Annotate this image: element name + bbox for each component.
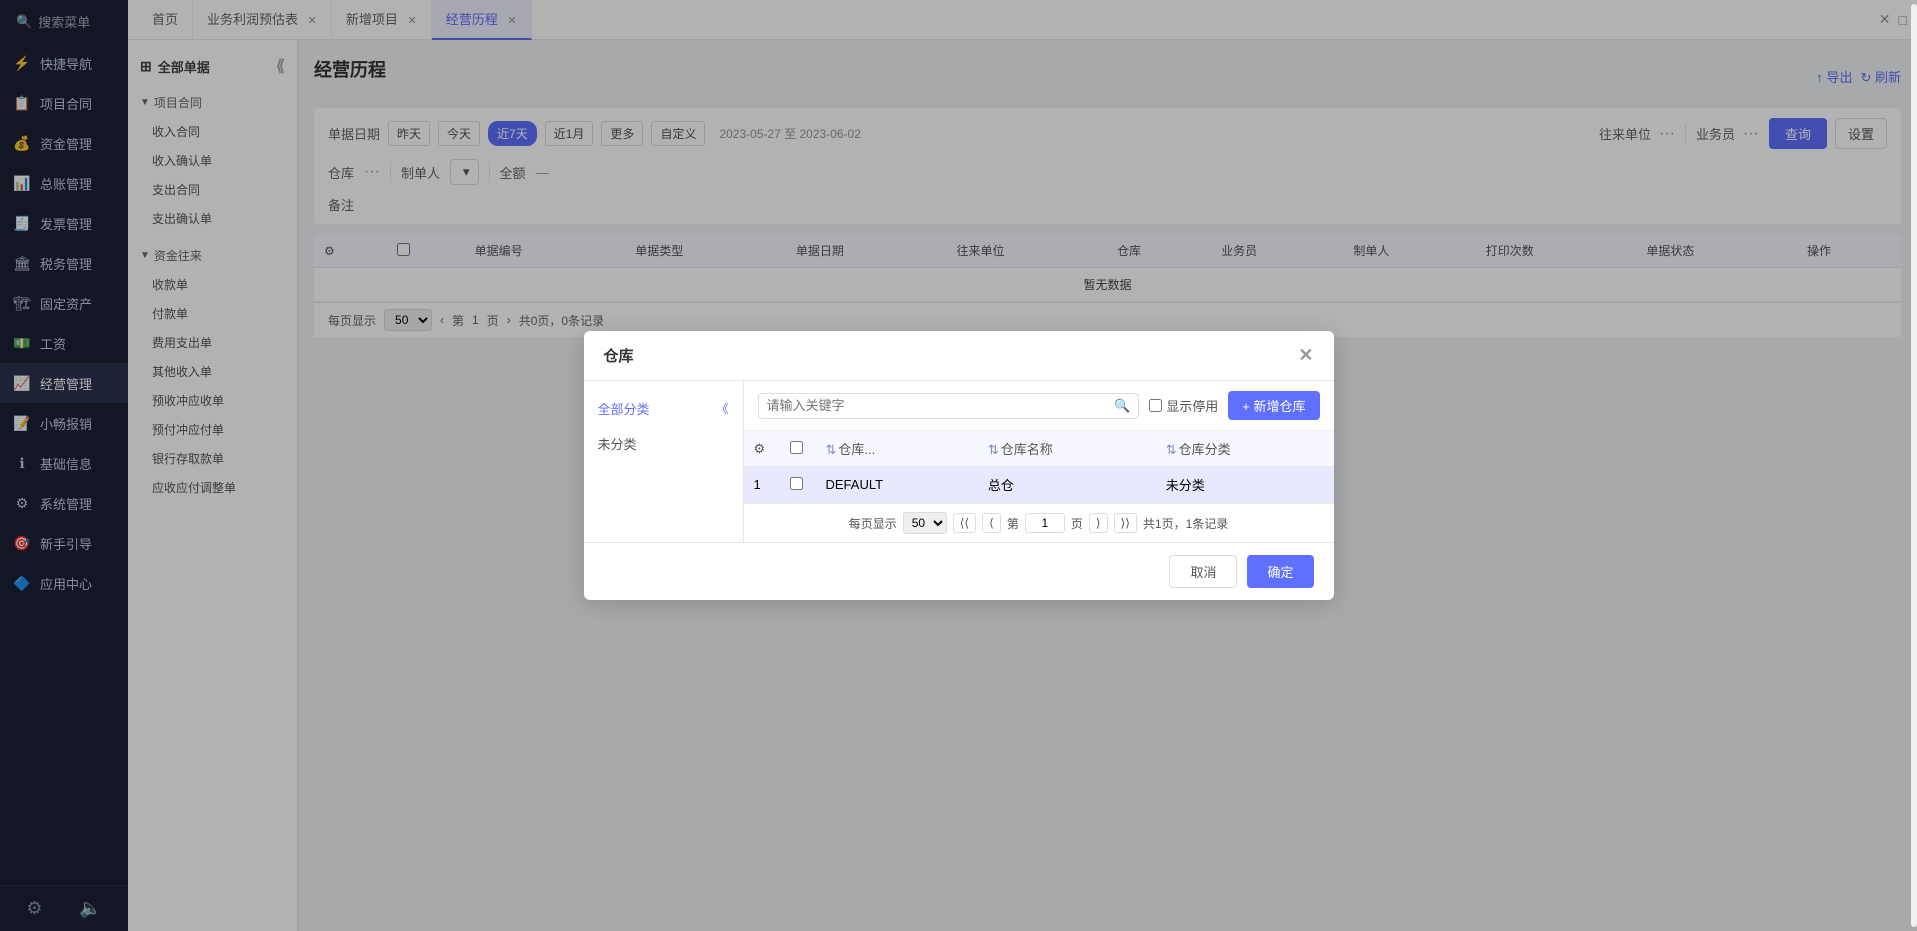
dialog-pager: 每页显示 50 ⟨⟨ ⟨ 第 页 ⟩ ⟩⟩ 共1页，1条记录: [744, 503, 1334, 542]
dth-settings[interactable]: ⚙: [744, 431, 780, 467]
dialog-page-label: 第: [1007, 515, 1019, 532]
cancel-button[interactable]: 取消: [1169, 555, 1237, 588]
uncategorized-label: 未分类: [598, 437, 637, 452]
dialog-per-page-label: 每页显示: [849, 515, 897, 532]
add-warehouse-button[interactable]: + 新增仓库: [1228, 391, 1319, 420]
row-num: 1: [744, 467, 780, 503]
dialog-table: ⚙ ⇅仓库... ⇅仓库名称 ⇅仓库分类 1 DEFAULT: [744, 431, 1334, 503]
collapse-icon[interactable]: 《: [716, 400, 728, 417]
dialog-body: 全部分类 《 未分类 🔍: [584, 381, 1334, 542]
dialog-select-all[interactable]: [790, 441, 803, 454]
row-checkbox[interactable]: [780, 467, 816, 503]
warehouse-dialog: 仓库 ✕ 全部分类 《 未分类: [584, 331, 1334, 600]
sort-icon[interactable]: ⇅: [826, 442, 837, 457]
dth-checkbox[interactable]: [780, 431, 816, 467]
dialog-toolbar: 🔍 显示停用 + 新增仓库: [744, 381, 1334, 431]
row-name: 总仓: [978, 467, 1156, 503]
dialog-sidebar: 全部分类 《 未分类: [584, 381, 744, 542]
show-disabled-checkbox[interactable]: [1149, 399, 1162, 412]
dialog-total-label: 共1页，1条记录: [1143, 515, 1228, 532]
all-category-label: 全部分类: [598, 399, 650, 418]
dialog-close-button[interactable]: ✕: [1298, 345, 1313, 366]
dialog-table-header: ⚙ ⇅仓库... ⇅仓库名称 ⇅仓库分类: [744, 431, 1334, 467]
dth-code: ⇅仓库...: [816, 431, 978, 467]
dialog-main: 🔍 显示停用 + 新增仓库 ⚙: [744, 381, 1334, 542]
dialog-actions: 取消 确定: [584, 542, 1334, 600]
confirm-button[interactable]: 确定: [1247, 555, 1313, 588]
row-check[interactable]: [790, 477, 803, 490]
sort-icon[interactable]: ⇅: [1166, 442, 1177, 457]
dialog-all-category[interactable]: 全部分类 《: [584, 391, 743, 426]
dialog-per-page-select[interactable]: 50: [903, 512, 947, 534]
dialog-page-input[interactable]: [1025, 513, 1065, 533]
row-code: DEFAULT: [816, 467, 978, 503]
sort-icon[interactable]: ⇅: [988, 442, 999, 457]
dialog-first-page-btn[interactable]: ⟨⟨: [953, 513, 976, 533]
dialog-table-row[interactable]: 1 DEFAULT 总仓 未分类: [744, 467, 1334, 503]
dth-name: ⇅仓库名称: [978, 431, 1156, 467]
dialog-search[interactable]: 🔍: [758, 393, 1140, 419]
dialog-prev-page-btn[interactable]: ⟨: [982, 513, 1001, 533]
dth-category: ⇅仓库分类: [1156, 431, 1334, 467]
show-disabled-label[interactable]: 显示停用: [1149, 396, 1218, 415]
show-disabled-text: 显示停用: [1166, 396, 1218, 415]
modal-overlay[interactable]: 仓库 ✕ 全部分类 《 未分类: [0, 0, 1917, 931]
dialog-uncategorized[interactable]: 未分类: [584, 426, 743, 461]
search-icon: 🔍: [1114, 398, 1130, 414]
dialog-search-input[interactable]: [767, 398, 1115, 413]
dialog-last-page-btn[interactable]: ⟩⟩: [1114, 513, 1137, 533]
dialog-page-suffix: 页: [1071, 515, 1083, 532]
dialog-next-page-btn[interactable]: ⟩: [1089, 513, 1108, 533]
dialog-title: 仓库: [604, 345, 634, 366]
row-category: 未分类: [1156, 467, 1334, 503]
dialog-table-area: ⚙ ⇅仓库... ⇅仓库名称 ⇅仓库分类 1 DEFAULT: [744, 431, 1334, 503]
dialog-header: 仓库 ✕: [584, 331, 1334, 381]
